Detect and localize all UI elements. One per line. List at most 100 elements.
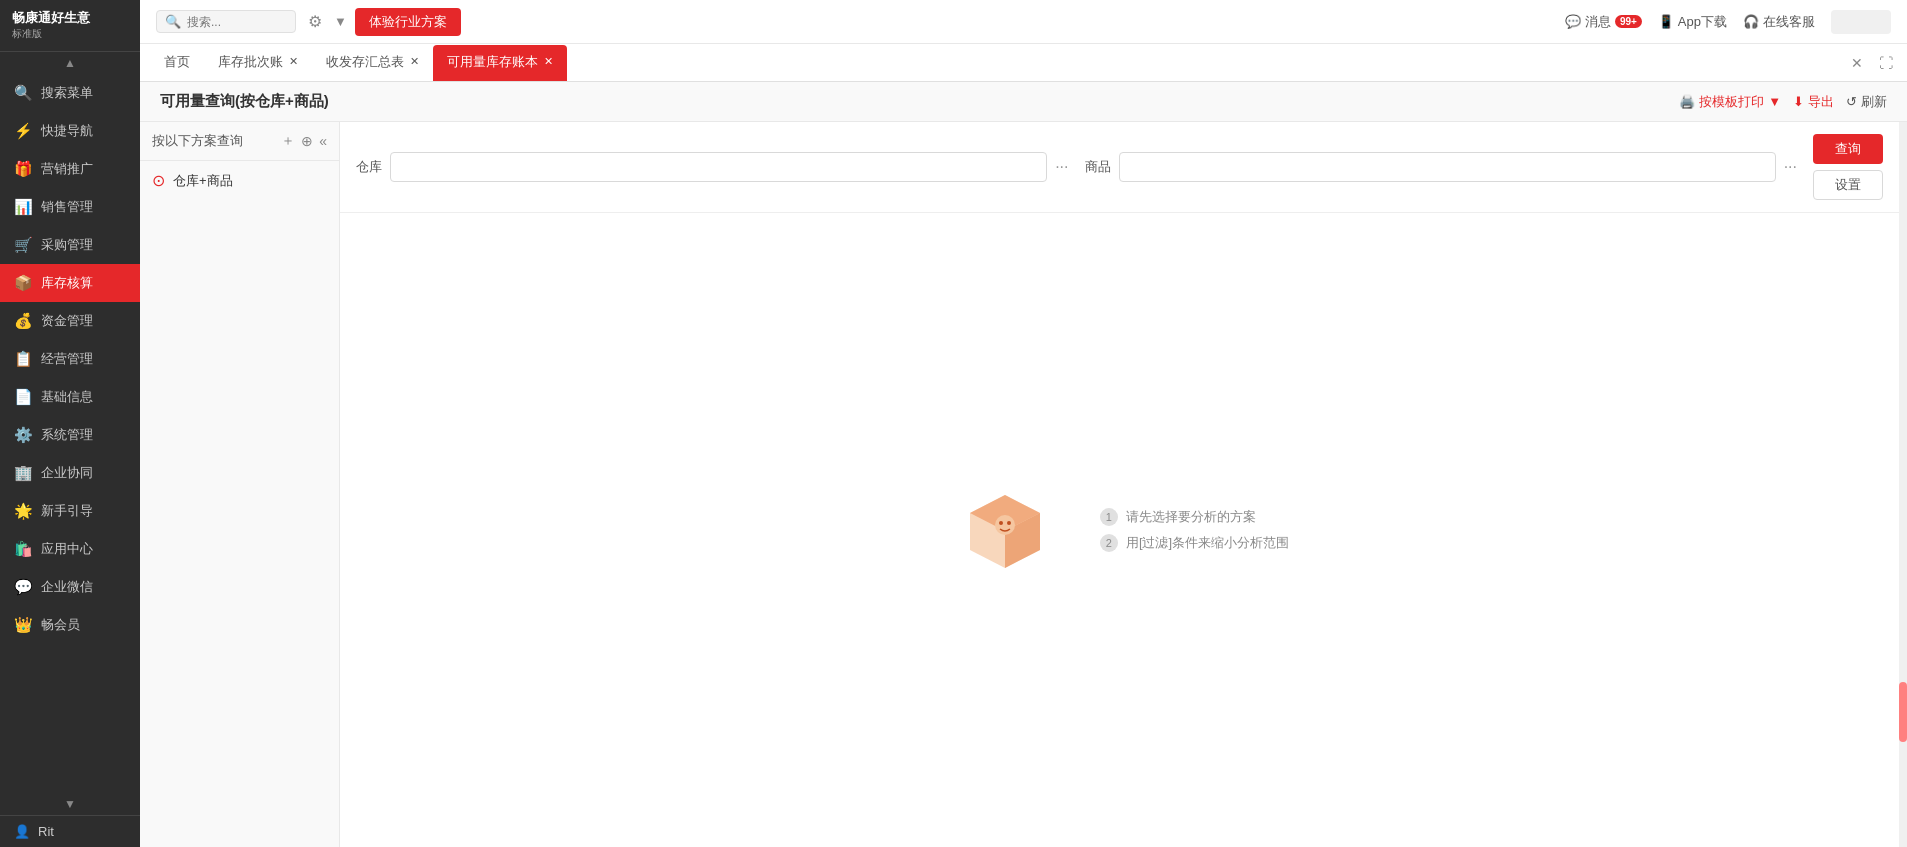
sidebar-item-sales[interactable]: 📊 销售管理 xyxy=(0,188,140,226)
brand-name: 畅康通好生意 xyxy=(12,10,128,27)
sidebar-item-finance[interactable]: 💰 资金管理 xyxy=(0,302,140,340)
warehouse-dots-btn[interactable]: ··· xyxy=(1055,158,1068,176)
query-action-buttons: 查询 设置 xyxy=(1813,134,1883,200)
sidebar-item-label: 库存核算 xyxy=(41,274,93,292)
right-scrollbar[interactable] xyxy=(1899,122,1907,847)
scroll-down-btn[interactable]: ▼ xyxy=(0,793,140,815)
dropdown-arrow-icon[interactable]: ▼ xyxy=(334,14,347,29)
finance-icon: 💰 xyxy=(14,312,33,330)
step1-circle: 1 xyxy=(1100,508,1118,526)
collapse-filter-icon[interactable]: « xyxy=(319,133,327,149)
sidebar-item-label: 采购管理 xyxy=(41,236,93,254)
filter-item-warehouse-product[interactable]: ⊙ 仓库+商品 xyxy=(140,161,339,200)
tab-inventory-batch[interactable]: 库存批次账 ✕ xyxy=(204,45,312,81)
filter-item-icon: ⊙ xyxy=(152,171,165,190)
tab-label: 收发存汇总表 xyxy=(326,53,404,71)
product-field: 商品 ··· xyxy=(1085,152,1798,182)
sidebar-item-operation[interactable]: 📋 经营管理 xyxy=(0,340,140,378)
product-input[interactable] xyxy=(1119,152,1776,182)
tab-close-icon[interactable]: ✕ xyxy=(410,55,419,68)
sidebar-item-member[interactable]: 👑 畅会员 xyxy=(0,606,140,644)
user-avatar: 👤 xyxy=(14,824,30,839)
export-icon: ⬇ xyxy=(1793,94,1804,109)
sidebar-item-enterprise[interactable]: 🏢 企业协同 xyxy=(0,454,140,492)
warehouse-input[interactable] xyxy=(390,152,1047,182)
settings-icon[interactable]: ⚙ xyxy=(304,8,326,35)
enterprise-icon: 🏢 xyxy=(14,464,33,482)
inventory-icon: 📦 xyxy=(14,274,33,292)
sidebar-item-search[interactable]: 🔍 搜索菜单 xyxy=(0,74,140,112)
sidebar-item-label: 系统管理 xyxy=(41,426,93,444)
empty-svg xyxy=(950,475,1060,585)
sidebar-item-label: 企业协同 xyxy=(41,464,93,482)
search-input[interactable] xyxy=(187,15,287,29)
main-area: 🔍 ⚙ ▼ 体验行业方案 💬 消息 99+ 📱 App下载 🎧 在线客服 xyxy=(140,0,1907,847)
scroll-up-btn[interactable]: ▲ xyxy=(0,52,140,74)
step2-text: 用[过滤]条件来缩小分析范围 xyxy=(1126,534,1289,552)
print-dropdown-icon[interactable]: ▼ xyxy=(1768,94,1781,109)
empty-state: 1 请先选择要分析的方案 2 用[过滤]条件来缩小分析范围 xyxy=(340,213,1899,847)
add-filter-icon[interactable]: ＋ xyxy=(281,132,295,150)
query-button[interactable]: 查询 xyxy=(1813,134,1883,164)
notification-badge: 99+ xyxy=(1615,15,1642,28)
purchase-icon: 🛒 xyxy=(14,236,33,254)
tab-available-stock[interactable]: 可用量库存账本 ✕ xyxy=(433,45,567,81)
filter-header-label: 按以下方案查询 xyxy=(152,132,243,150)
print-icon: 🖨️ xyxy=(1679,94,1695,109)
settings-filter-icon[interactable]: ⊕ xyxy=(301,133,313,149)
tab-home[interactable]: 首页 xyxy=(150,45,204,81)
empty-hint-2: 2 用[过滤]条件来缩小分析范围 xyxy=(1100,534,1289,552)
sidebar-item-appstore[interactable]: 🛍️ 应用中心 xyxy=(0,530,140,568)
warehouse-field: 仓库 ··· xyxy=(356,152,1069,182)
sidebar: 畅康通好生意 标准版 ▲ 🔍 搜索菜单 ⚡ 快捷导航 🎁 营销推广 📊 销售管理… xyxy=(0,0,140,847)
sidebar-item-guide[interactable]: 🌟 新手引导 xyxy=(0,492,140,530)
refresh-btn[interactable]: ↺ 刷新 xyxy=(1846,93,1887,111)
sidebar-item-marketing[interactable]: 🎁 营销推广 xyxy=(0,150,140,188)
step1-text: 请先选择要分析的方案 xyxy=(1126,508,1256,526)
sidebar-item-system[interactable]: ⚙️ 系统管理 xyxy=(0,416,140,454)
search-icon: 🔍 xyxy=(14,84,33,102)
settings-button[interactable]: 设置 xyxy=(1813,170,1883,200)
basic-icon: 📄 xyxy=(14,388,33,406)
svg-point-4 xyxy=(999,521,1003,525)
empty-hint-1: 1 请先选择要分析的方案 xyxy=(1100,508,1289,526)
expand-window-btn[interactable]: ⛶ xyxy=(1875,53,1897,73)
product-dots-btn[interactable]: ··· xyxy=(1784,158,1797,176)
tab-close-icon[interactable]: ✕ xyxy=(544,55,553,68)
search-box[interactable]: 🔍 xyxy=(156,10,296,33)
scroll-thumb[interactable] xyxy=(1899,682,1907,742)
tab-close-icon[interactable]: ✕ xyxy=(289,55,298,68)
phone-icon: 📱 xyxy=(1658,14,1674,29)
sidebar-item-label: 销售管理 xyxy=(41,198,93,216)
marketing-icon: 🎁 xyxy=(14,160,33,178)
trial-button[interactable]: 体验行业方案 xyxy=(355,8,461,36)
sidebar-item-purchase[interactable]: 🛒 采购管理 xyxy=(0,226,140,264)
online-service-btn[interactable]: 🎧 在线客服 xyxy=(1743,13,1815,31)
avatar[interactable] xyxy=(1831,10,1891,34)
tab-receive-summary[interactable]: 收发存汇总表 ✕ xyxy=(312,45,433,81)
sidebar-item-label: 基础信息 xyxy=(41,388,93,406)
sidebar-item-inventory[interactable]: 📦 库存核算 xyxy=(0,264,140,302)
tab-bar: 首页 库存批次账 ✕ 收发存汇总表 ✕ 可用量库存账本 ✕ ✕ ⛶ xyxy=(140,44,1907,82)
page-header: 可用量查询(按仓库+商品) 🖨️ 按模板打印 ▼ ⬇ 导出 ↺ 刷新 xyxy=(140,82,1907,122)
user-name: Rit xyxy=(38,824,54,839)
refresh-icon: ↺ xyxy=(1846,94,1857,109)
user-profile-area[interactable]: 👤 Rit xyxy=(0,815,140,847)
notification-icon: 💬 xyxy=(1565,14,1581,29)
app-download-label: App下载 xyxy=(1678,13,1727,31)
sidebar-item-shortcut[interactable]: ⚡ 快捷导航 xyxy=(0,112,140,150)
sidebar-item-label: 营销推广 xyxy=(41,160,93,178)
member-icon: 👑 xyxy=(14,616,33,634)
export-btn[interactable]: ⬇ 导出 xyxy=(1793,93,1834,111)
filter-item-label: 仓库+商品 xyxy=(173,172,233,190)
empty-illustration xyxy=(950,475,1060,585)
sidebar-item-label: 畅会员 xyxy=(41,616,80,634)
sidebar-item-label: 资金管理 xyxy=(41,312,93,330)
sidebar-item-wechat[interactable]: 💬 企业微信 xyxy=(0,568,140,606)
sidebar-item-basic[interactable]: 📄 基础信息 xyxy=(0,378,140,416)
print-btn[interactable]: 🖨️ 按模板打印 ▼ xyxy=(1679,93,1781,111)
notification-label: 消息 xyxy=(1585,13,1611,31)
app-download-btn[interactable]: 📱 App下载 xyxy=(1658,13,1727,31)
close-window-btn[interactable]: ✕ xyxy=(1847,53,1867,73)
notification-btn[interactable]: 💬 消息 99+ xyxy=(1565,13,1642,31)
